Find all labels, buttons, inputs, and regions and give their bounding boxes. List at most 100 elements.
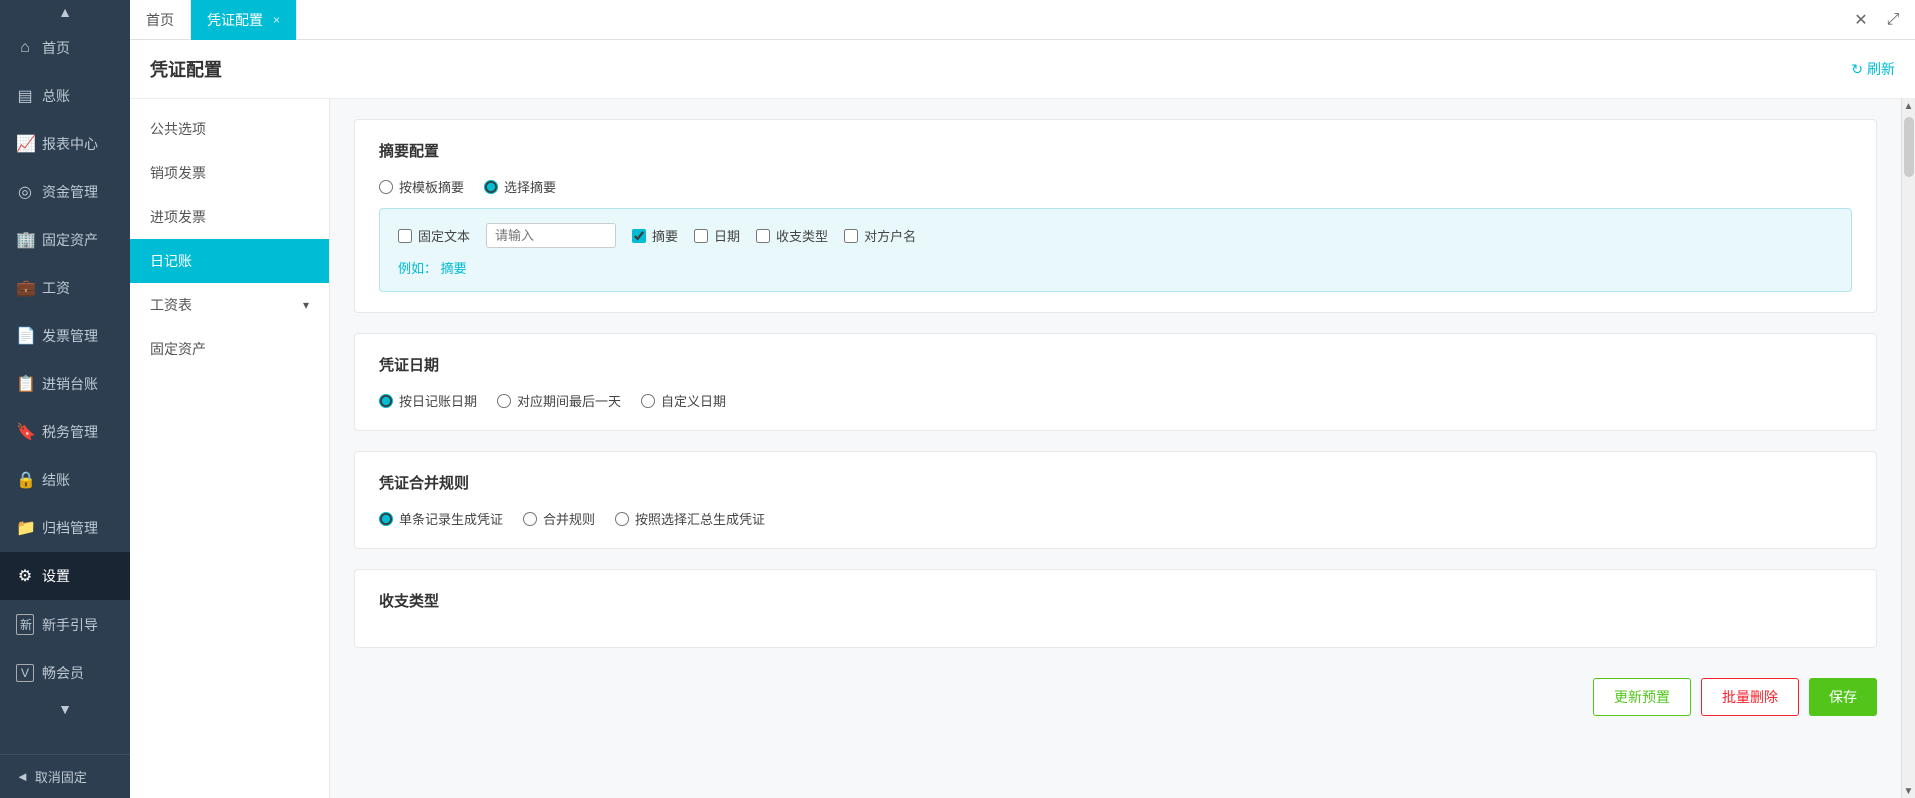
sidebar-item-sales-ledger[interactable]: 📋 进销台账 xyxy=(0,360,130,408)
checkbox-summary[interactable]: 摘要 xyxy=(632,226,678,245)
left-nav-item-public[interactable]: 公共选项 xyxy=(130,107,329,151)
voucher-date-radio-journal-input[interactable] xyxy=(379,394,393,408)
archive-icon: 📁 xyxy=(16,518,34,538)
tab-controls: ✕ ⤢ xyxy=(1849,8,1915,32)
right-content: 摘要配置 按模板摘要 选择摘要 xyxy=(330,99,1901,798)
batch-delete-button[interactable]: 批量删除 xyxy=(1701,678,1799,716)
sidebar-item-label: 首页 xyxy=(42,38,70,58)
update-preview-button[interactable]: 更新预置 xyxy=(1593,678,1691,716)
sidebar-item-label: 结账 xyxy=(42,470,70,490)
voucher-date-radio-last-day[interactable]: 对应期间最后一天 xyxy=(497,391,621,410)
sidebar-item-label: 畅会员 xyxy=(42,663,84,683)
income-type-section: 收支类型 xyxy=(354,569,1877,648)
sidebar-item-ledger[interactable]: ▤ 总账 xyxy=(0,72,130,120)
tab-voucher-config[interactable]: 凭证配置 × xyxy=(191,0,297,40)
voucher-date-radio-custom[interactable]: 自定义日期 xyxy=(641,391,726,410)
finance-icon: ◎ xyxy=(16,182,34,202)
sales-ledger-icon: 📋 xyxy=(16,374,34,394)
sidebar-scroll-down[interactable]: ▼ xyxy=(0,697,130,721)
merge-rule-radio-single[interactable]: 单条记录生成凭证 xyxy=(379,509,503,528)
sidebar-item-label: 固定资产 xyxy=(42,230,98,250)
voucher-date-radio-journal[interactable]: 按日记账日期 xyxy=(379,391,477,410)
sidebar-item-tax[interactable]: 🔖 税务管理 xyxy=(0,408,130,456)
bottom-actions: 更新预置 批量删除 保存 xyxy=(354,668,1877,726)
left-nav-item-journal[interactable]: 日记账 xyxy=(130,239,329,283)
merge-rule-radio-merge-input[interactable] xyxy=(523,512,537,526)
sidebar-item-home[interactable]: ⌂ 首页 xyxy=(0,24,130,72)
ledger-icon: ▤ xyxy=(16,86,34,106)
sidebar-item-vip[interactable]: V 畅会员 xyxy=(0,649,130,697)
scrollbar-down-arrow[interactable]: ▼ xyxy=(1902,784,1915,798)
sidebar-item-reports[interactable]: 📈 报表中心 xyxy=(0,120,130,168)
sidebar-item-archive[interactable]: 📁 归档管理 xyxy=(0,504,130,552)
sidebar-item-label: 进销台账 xyxy=(42,374,98,394)
checkbox-income-type[interactable]: 收支类型 xyxy=(756,226,828,245)
checkbox-income-type-label: 收支类型 xyxy=(776,226,828,245)
scrollbar-up-arrow[interactable]: ▲ xyxy=(1902,99,1915,113)
summary-radio-select[interactable]: 选择摘要 xyxy=(484,177,556,196)
merge-rule-radio-select-merge[interactable]: 按照选择汇总生成凭证 xyxy=(615,509,765,528)
sidebar-item-guide[interactable]: 新 新手引导 xyxy=(0,600,130,649)
sidebar: ▲ ⌂ 首页 ▤ 总账 📈 报表中心 ◎ 资金管理 🏢 固定资产 💼 工资 📄 … xyxy=(0,0,130,798)
checkbox-fixed-text-input[interactable] xyxy=(398,229,412,243)
checkbox-counterpart[interactable]: 对方户名 xyxy=(844,226,916,245)
refresh-button[interactable]: ↻ 刷新 xyxy=(1851,59,1895,79)
checkbox-date-label: 日期 xyxy=(714,226,740,245)
sidebar-item-settings[interactable]: ⚙ 设置 xyxy=(0,552,130,600)
sidebar-item-label: 税务管理 xyxy=(42,422,98,442)
summary-radio-template-label: 按模板摘要 xyxy=(399,177,464,196)
sidebar-cancel-pin[interactable]: ◄ 取消固定 xyxy=(0,754,130,798)
refresh-icon: ↻ xyxy=(1851,61,1863,78)
left-nav-label: 日记账 xyxy=(150,251,192,271)
summary-radio-template-input[interactable] xyxy=(379,180,393,194)
voucher-date-radio-group: 按日记账日期 对应期间最后一天 自定义日期 xyxy=(379,391,1852,410)
voucher-date-radio-custom-input[interactable] xyxy=(641,394,655,408)
tab-minimize-button[interactable]: ✕ xyxy=(1849,8,1873,32)
left-nav-item-purchase-invoice[interactable]: 进项发票 xyxy=(130,195,329,239)
left-nav-item-sales-invoice[interactable]: 销项发票 xyxy=(130,151,329,195)
sidebar-item-label: 报表中心 xyxy=(42,134,98,154)
checkbox-fixed-text[interactable]: 固定文本 xyxy=(398,226,470,245)
settings-icon: ⚙ xyxy=(16,566,34,586)
reports-icon: 📈 xyxy=(16,134,34,154)
page-container: 凭证配置 ↻ 刷新 公共选项 销项发票 进项发票 xyxy=(130,40,1915,798)
summary-radio-template[interactable]: 按模板摘要 xyxy=(379,177,464,196)
merge-rule-radio-single-input[interactable] xyxy=(379,512,393,526)
tab-maximize-button[interactable]: ⤢ xyxy=(1881,8,1905,32)
sidebar-item-salary[interactable]: 💼 工资 xyxy=(0,264,130,312)
left-nav-item-payroll[interactable]: 工资表 ▾ xyxy=(130,283,329,327)
voucher-date-radio-last-day-input[interactable] xyxy=(497,394,511,408)
left-nav-label: 工资表 xyxy=(150,295,192,315)
tab-home[interactable]: 首页 xyxy=(130,0,191,40)
tab-close-icon[interactable]: × xyxy=(273,0,280,40)
sidebar-item-finance[interactable]: ◎ 资金管理 xyxy=(0,168,130,216)
checkbox-income-type-input[interactable] xyxy=(756,229,770,243)
merge-rule-radio-select-merge-input[interactable] xyxy=(615,512,629,526)
sidebar-bottom-label: 取消固定 xyxy=(35,767,87,786)
summary-config-section: 摘要配置 按模板摘要 选择摘要 xyxy=(354,119,1877,313)
sidebar-item-invoice-mgr[interactable]: 📄 发票管理 xyxy=(0,312,130,360)
page-title: 凭证配置 xyxy=(150,56,222,82)
fixed-text-input[interactable] xyxy=(486,223,616,248)
checkbox-summary-input[interactable] xyxy=(632,229,646,243)
assets-icon: 🏢 xyxy=(16,230,34,250)
sidebar-item-assets[interactable]: 🏢 固定资产 xyxy=(0,216,130,264)
checkbox-fixed-text-label: 固定文本 xyxy=(418,226,470,245)
sidebar-item-closing[interactable]: 🔒 结账 xyxy=(0,456,130,504)
merge-rule-radio-merge[interactable]: 合并规则 xyxy=(523,509,595,528)
sidebar-item-label: 工资 xyxy=(42,278,70,298)
sidebar-item-label: 发票管理 xyxy=(42,326,98,346)
sidebar-scroll-up[interactable]: ▲ xyxy=(0,0,130,24)
pin-icon: ◄ xyxy=(16,769,29,784)
left-nav-label: 公共选项 xyxy=(150,119,206,139)
checkbox-counterpart-input[interactable] xyxy=(844,229,858,243)
summary-radio-select-input[interactable] xyxy=(484,180,498,194)
checkbox-date-input[interactable] xyxy=(694,229,708,243)
left-nav-item-fixed-assets[interactable]: 固定资产 xyxy=(130,327,329,371)
save-button[interactable]: 保存 xyxy=(1809,678,1877,716)
voucher-date-radio-last-day-label: 对应期间最后一天 xyxy=(517,391,621,410)
scrollbar-thumb[interactable] xyxy=(1904,117,1914,177)
vip-icon: V xyxy=(16,664,34,682)
checkbox-date[interactable]: 日期 xyxy=(694,226,740,245)
chevron-down-icon: ▾ xyxy=(303,298,309,312)
